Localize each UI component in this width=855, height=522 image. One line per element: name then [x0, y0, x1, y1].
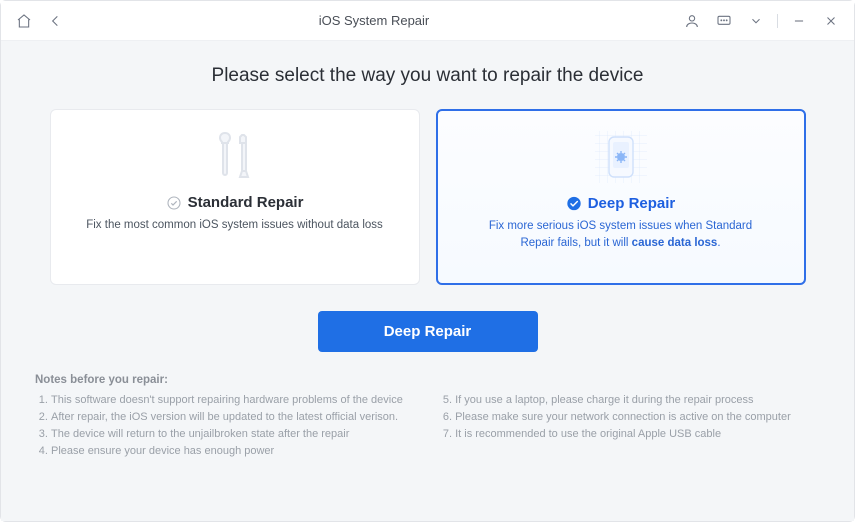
user-icon[interactable]	[681, 10, 703, 32]
deep-repair-desc: Fix more serious iOS system issues when …	[471, 218, 771, 251]
content-area: Please select the way you want to repair…	[1, 41, 854, 521]
note-item: This software doesn't support repairing …	[51, 392, 403, 409]
app-window: iOS System Repair Please select the way …	[0, 0, 855, 522]
deep-repair-title: Deep Repair	[588, 195, 676, 212]
notes-col1: This software doesn't support repairing …	[35, 392, 403, 460]
check-circle-icon	[166, 195, 182, 211]
standard-title-row: Standard Repair	[166, 194, 304, 211]
page-heading: Please select the way you want to repair…	[35, 65, 820, 87]
back-icon[interactable]	[45, 10, 67, 32]
standard-repair-title: Standard Repair	[188, 194, 304, 211]
home-icon[interactable]	[13, 10, 35, 32]
notes-col2: If you use a laptop, please charge it du…	[443, 392, 791, 460]
note-item: After repair, the iOS version will be up…	[51, 409, 403, 426]
window-title: iOS System Repair	[67, 13, 681, 28]
tools-icon	[212, 124, 258, 188]
titlebar: iOS System Repair	[1, 1, 854, 41]
option-cards: Standard Repair Fix the most common iOS …	[35, 109, 820, 285]
note-item: It is recommended to use the original Ap…	[443, 426, 791, 443]
deep-repair-card[interactable]: Deep Repair Fix more serious iOS system …	[436, 109, 806, 285]
deep-desc-bold: cause data loss	[632, 237, 718, 249]
minimize-icon[interactable]	[788, 10, 810, 32]
chevron-down-icon[interactable]	[745, 10, 767, 32]
close-icon[interactable]	[820, 10, 842, 32]
note-item: If you use a laptop, please charge it du…	[443, 392, 791, 409]
notes-columns: This software doesn't support repairing …	[35, 392, 820, 460]
titlebar-left	[13, 10, 67, 32]
divider	[777, 14, 778, 28]
notes-section: Notes before you repair: This software d…	[35, 374, 820, 460]
standard-repair-desc: Fix the most common iOS system issues wi…	[86, 217, 383, 234]
note-item: Please make sure your network connection…	[443, 409, 791, 426]
note-item: The device will return to the unjailbrok…	[51, 426, 403, 443]
deep-title-row: Deep Repair	[566, 195, 676, 212]
deep-desc-suffix: .	[717, 237, 720, 249]
notes-title: Notes before you repair:	[35, 374, 820, 386]
note-item: Please ensure your device has enough pow…	[51, 443, 403, 460]
check-filled-icon	[566, 196, 582, 212]
feedback-icon[interactable]	[713, 10, 735, 32]
titlebar-right	[681, 10, 842, 32]
phone-repair-icon	[591, 125, 651, 189]
action-row: Deep Repair	[35, 311, 820, 352]
deep-repair-button[interactable]: Deep Repair	[318, 311, 538, 352]
standard-repair-card[interactable]: Standard Repair Fix the most common iOS …	[50, 109, 420, 285]
